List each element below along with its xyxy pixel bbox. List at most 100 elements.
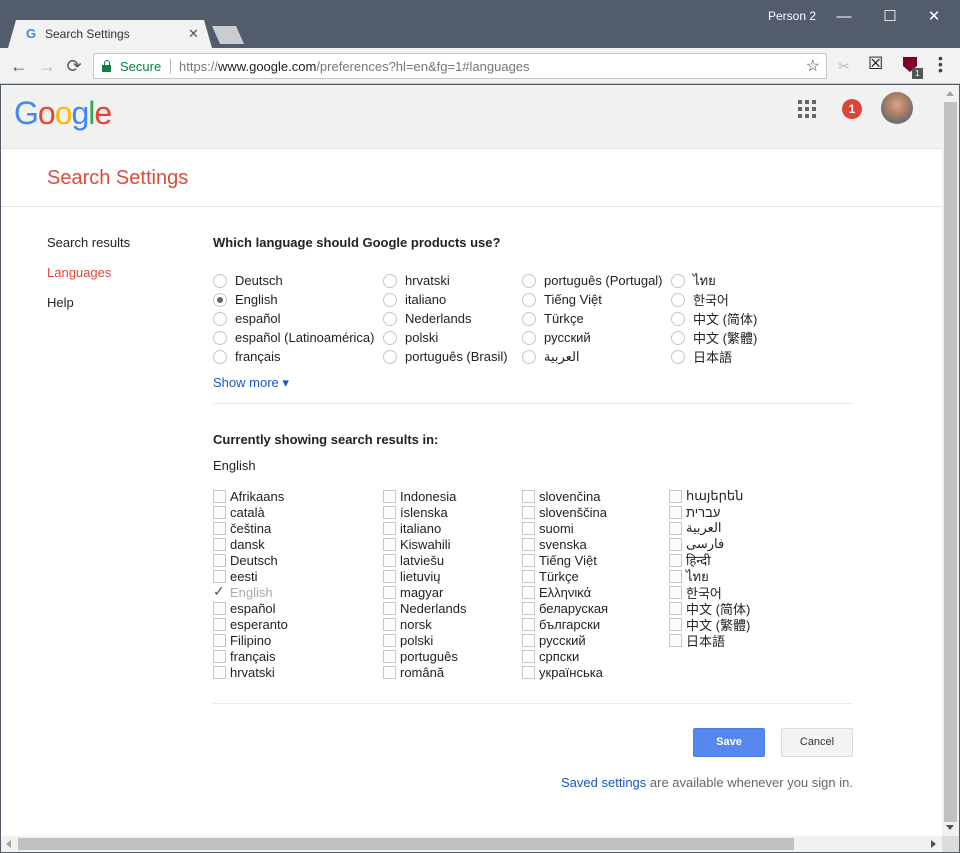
- radio-button[interactable]: [383, 273, 397, 288]
- checkbox[interactable]: [383, 489, 396, 503]
- language-checkbox-option[interactable]: norsk: [383, 616, 467, 632]
- scroll-down-icon[interactable]: [946, 825, 954, 830]
- language-checkbox-option[interactable]: español: [213, 600, 288, 616]
- checkbox[interactable]: [383, 601, 396, 615]
- language-checkbox-option[interactable]: עברית: [669, 504, 750, 520]
- checkbox[interactable]: [213, 489, 226, 503]
- horizontal-scroll-thumb[interactable]: [18, 838, 794, 850]
- radio-button[interactable]: [522, 292, 536, 307]
- language-checkbox-option[interactable]: magyar: [383, 584, 467, 600]
- radio-button[interactable]: [522, 349, 536, 364]
- checkbox[interactable]: [383, 521, 396, 535]
- language-radio-option[interactable]: العربية: [522, 347, 663, 366]
- new-tab-button[interactable]: [212, 26, 244, 44]
- language-checkbox-option[interactable]: română: [383, 664, 467, 680]
- language-checkbox-option[interactable]: Türkçe: [522, 568, 608, 584]
- sidenav-item-languages[interactable]: Languages: [47, 265, 130, 295]
- radio-button[interactable]: [383, 311, 397, 326]
- checkbox[interactable]: [522, 489, 535, 503]
- close-window-icon[interactable]: ✕: [912, 2, 956, 30]
- language-checkbox-option[interactable]: svenska: [522, 536, 608, 552]
- back-icon[interactable]: ←: [8, 55, 30, 77]
- radio-button[interactable]: [522, 311, 536, 326]
- save-button[interactable]: Save: [693, 728, 765, 757]
- checkbox[interactable]: [522, 569, 535, 583]
- checkbox[interactable]: [213, 569, 226, 583]
- checkbox[interactable]: [213, 521, 226, 535]
- scissors-extension-icon[interactable]: ✂: [838, 57, 850, 75]
- language-checkbox-option[interactable]: հայերեն: [669, 488, 750, 504]
- notifications-badge[interactable]: 1: [842, 99, 862, 119]
- language-checkbox-option[interactable]: hrvatski: [213, 664, 288, 680]
- radio-button[interactable]: [213, 330, 227, 345]
- language-checkbox-option[interactable]: esperanto: [213, 616, 288, 632]
- language-radio-option[interactable]: português (Brasil): [383, 347, 508, 366]
- language-checkbox-option[interactable]: suomi: [522, 520, 608, 536]
- checkbox[interactable]: [213, 537, 226, 551]
- checkbox[interactable]: [383, 553, 396, 567]
- sidenav-item-help[interactable]: Help: [47, 295, 130, 325]
- scroll-left-icon[interactable]: [6, 840, 11, 848]
- language-radio-option[interactable]: polski: [383, 328, 508, 347]
- language-checkbox-option[interactable]: slovenčina: [522, 488, 608, 504]
- radio-button[interactable]: [522, 273, 536, 288]
- bookmark-star-icon[interactable]: ☆: [806, 56, 820, 76]
- radio-button[interactable]: [671, 349, 685, 364]
- radio-button[interactable]: [383, 292, 397, 307]
- checkbox[interactable]: [213, 505, 226, 519]
- radio-button[interactable]: [671, 330, 685, 345]
- checkbox[interactable]: [383, 617, 396, 631]
- checkbox[interactable]: [669, 585, 682, 599]
- radio-button[interactable]: [213, 273, 227, 288]
- language-checkbox-option[interactable]: Deutsch: [213, 552, 288, 568]
- language-radio-option[interactable]: Türkçe: [522, 309, 663, 328]
- language-radio-option[interactable]: English: [213, 290, 374, 309]
- scroll-right-icon[interactable]: [931, 840, 936, 848]
- checkbox[interactable]: [213, 553, 226, 567]
- checkbox[interactable]: [383, 665, 396, 679]
- radio-button[interactable]: [671, 311, 685, 326]
- checkbox[interactable]: [383, 649, 396, 663]
- language-checkbox-option[interactable]: فارسی: [669, 536, 750, 552]
- language-radio-option[interactable]: français: [213, 347, 374, 366]
- checkbox[interactable]: [522, 553, 535, 567]
- language-radio-option[interactable]: español: [213, 309, 374, 328]
- checkbox[interactable]: [213, 617, 226, 631]
- reload-icon[interactable]: ⟳: [63, 55, 85, 77]
- checkbox[interactable]: [213, 601, 226, 615]
- google-logo[interactable]: Google: [14, 95, 112, 132]
- language-checkbox-option[interactable]: English: [213, 583, 288, 600]
- language-radio-option[interactable]: русский: [522, 328, 663, 347]
- checkbox[interactable]: [522, 649, 535, 663]
- tab-close-icon[interactable]: ✕: [188, 26, 199, 42]
- language-checkbox-option[interactable]: Indonesia: [383, 488, 467, 504]
- language-checkbox-option[interactable]: Ελληνικά: [522, 584, 608, 600]
- profile-name[interactable]: Person 2: [768, 9, 816, 23]
- address-bar[interactable]: Secure https://www.google.com/preference…: [93, 53, 827, 79]
- radio-button[interactable]: [671, 273, 685, 288]
- language-checkbox-option[interactable]: Afrikaans: [213, 488, 288, 504]
- language-checkbox-option[interactable]: Filipino: [213, 632, 288, 648]
- cancel-button[interactable]: Cancel: [781, 728, 853, 757]
- checkbox[interactable]: [669, 489, 682, 503]
- checkbox[interactable]: [669, 537, 682, 551]
- language-radio-option[interactable]: 한국어: [671, 290, 757, 309]
- language-checkbox-option[interactable]: polski: [383, 632, 467, 648]
- language-checkbox-option[interactable]: slovenščina: [522, 504, 608, 520]
- language-radio-option[interactable]: Nederlands: [383, 309, 508, 328]
- radio-button[interactable]: [383, 349, 397, 364]
- show-more-link[interactable]: Show more ▾: [213, 375, 289, 391]
- language-checkbox-option[interactable]: lietuvių: [383, 568, 467, 584]
- checkbox[interactable]: [669, 617, 682, 631]
- language-checkbox-option[interactable]: français: [213, 648, 288, 664]
- checkbox[interactable]: [522, 537, 535, 551]
- checkbox[interactable]: [669, 553, 682, 567]
- checkbox[interactable]: [383, 633, 396, 647]
- scroll-up-icon[interactable]: [946, 91, 954, 96]
- maximize-icon[interactable]: ☐: [868, 2, 912, 30]
- checkbox[interactable]: [213, 633, 226, 647]
- radio-button[interactable]: [383, 330, 397, 345]
- window-close-extension-icon[interactable]: ☒: [868, 55, 883, 73]
- avatar[interactable]: [881, 92, 913, 124]
- apps-grid-icon[interactable]: [798, 100, 816, 118]
